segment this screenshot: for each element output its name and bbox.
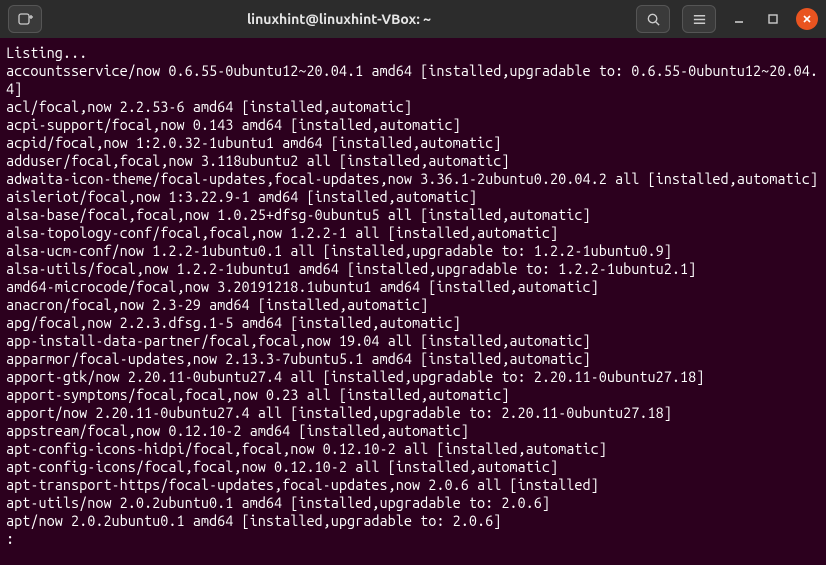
maximize-icon <box>767 13 779 25</box>
terminal-line: apt-config-icons-hidpi/focal,focal,now 0… <box>6 440 820 458</box>
terminal-line: alsa-topology-conf/focal,focal,now 1.2.2… <box>6 224 820 242</box>
terminal-line: apport-symptoms/focal,focal,now 0.23 all… <box>6 386 820 404</box>
maximize-button[interactable] <box>762 8 784 30</box>
terminal-line: Listing... <box>6 44 820 62</box>
terminal-line: apt-config-icons/focal,focal,now 0.12.10… <box>6 458 820 476</box>
hamburger-icon <box>692 12 707 27</box>
window-title: linuxhint@linuxhint-VBox: ~ <box>48 11 630 27</box>
terminal-line: amd64-microcode/focal,now 3.20191218.1ub… <box>6 278 820 296</box>
close-icon <box>802 14 812 24</box>
close-button[interactable] <box>796 8 818 30</box>
terminal-line: apt/now 2.0.2ubuntu0.1 amd64 [installed,… <box>6 512 820 530</box>
titlebar: linuxhint@linuxhint-VBox: ~ <box>0 0 826 38</box>
terminal-line: acpi-support/focal,now 0.143 amd64 [inst… <box>6 116 820 134</box>
terminal-line: anacron/focal,now 2.3-29 amd64 [installe… <box>6 296 820 314</box>
search-button[interactable] <box>636 5 670 33</box>
terminal-line: : <box>6 530 820 548</box>
terminal-line: app-install-data-partner/focal,focal,now… <box>6 332 820 350</box>
terminal-line: aisleriot/focal,now 1:3.22.9-1 amd64 [in… <box>6 188 820 206</box>
terminal-line: adwaita-icon-theme/focal-updates,focal-u… <box>6 170 820 188</box>
terminal-line: apg/focal,now 2.2.3.dfsg.1-5 amd64 [inst… <box>6 314 820 332</box>
terminal-line: apparmor/focal-updates,now 2.13.3-7ubunt… <box>6 350 820 368</box>
terminal-line: adduser/focal,focal,now 3.118ubuntu2 all… <box>6 152 820 170</box>
terminal-line: apt-utils/now 2.0.2ubuntu0.1 amd64 [inst… <box>6 494 820 512</box>
terminal-line: acpid/focal,now 1:2.0.32-1ubuntu1 amd64 … <box>6 134 820 152</box>
terminal-output[interactable]: Listing...accountsservice/now 0.6.55-0ub… <box>0 38 826 554</box>
terminal-line: appstream/focal,now 0.12.10-2 amd64 [ins… <box>6 422 820 440</box>
menu-button[interactable] <box>682 5 716 33</box>
titlebar-right <box>636 5 818 33</box>
terminal-line: acl/focal,now 2.2.53-6 amd64 [installed,… <box>6 98 820 116</box>
search-icon <box>646 12 661 27</box>
minimize-button[interactable] <box>728 8 750 30</box>
terminal-line: alsa-ucm-conf/now 1.2.2-1ubuntu0.1 all [… <box>6 242 820 260</box>
terminal-line: accountsservice/now 0.6.55-0ubuntu12~20.… <box>6 62 820 98</box>
terminal-line: apport/now 2.20.11-0ubuntu27.4 all [inst… <box>6 404 820 422</box>
terminal-line: alsa-base/focal,focal,now 1.0.25+dfsg-0u… <box>6 206 820 224</box>
terminal-line: apt-transport-https/focal-updates,focal-… <box>6 476 820 494</box>
new-tab-button[interactable] <box>8 5 42 33</box>
terminal-line: apport-gtk/now 2.20.11-0ubuntu27.4 all [… <box>6 368 820 386</box>
terminal-line: alsa-utils/focal,now 1.2.2-1ubuntu1 amd6… <box>6 260 820 278</box>
titlebar-left <box>8 5 42 33</box>
new-tab-icon <box>17 11 33 27</box>
minimize-icon <box>733 13 745 25</box>
